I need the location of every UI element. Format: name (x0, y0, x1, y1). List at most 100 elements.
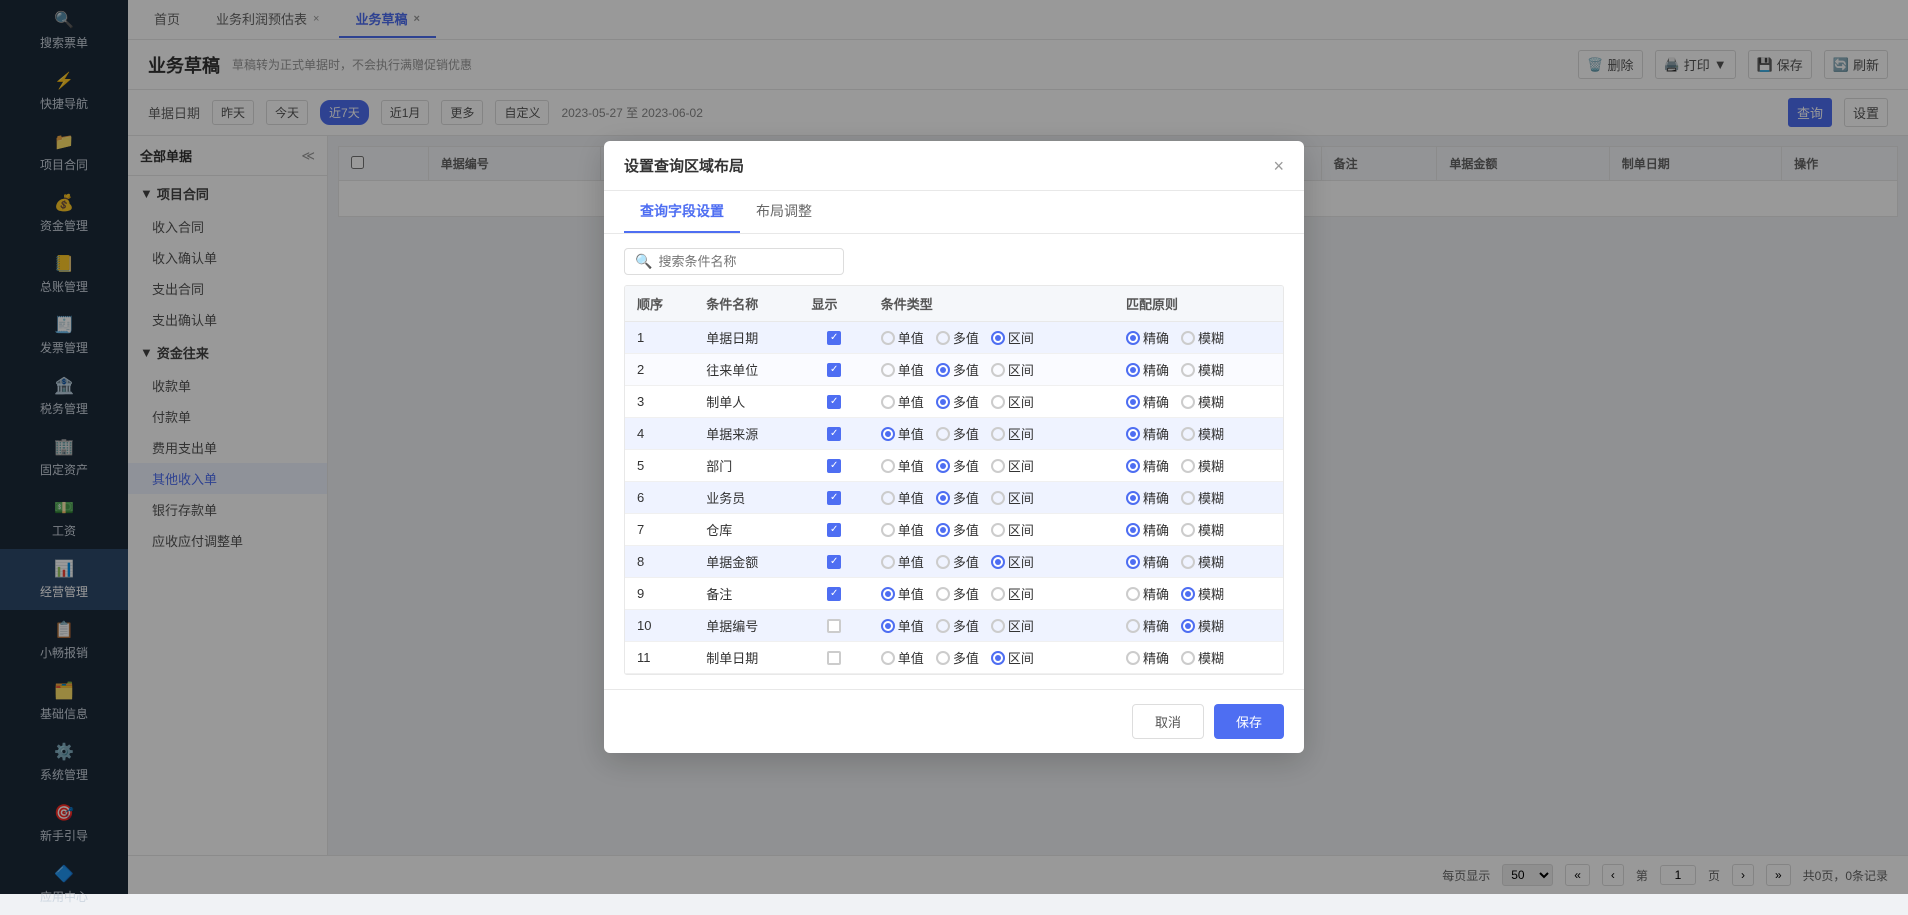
type-single-radio[interactable]: 单值 (881, 456, 924, 475)
type-multi-radio[interactable]: 多值 (936, 520, 979, 539)
type-multi-radio[interactable]: 多值 (936, 328, 979, 347)
type-range-radio[interactable]: 区间 (991, 648, 1034, 667)
settings-row-display[interactable]: ✓ (800, 450, 869, 482)
display-checkbox-container[interactable]: ✓ (812, 491, 857, 505)
type-range-radio[interactable]: 区间 (991, 584, 1034, 603)
match-exact-radio[interactable]: 精确 (1126, 360, 1169, 379)
settings-row-display[interactable]: ✓ (800, 546, 869, 578)
display-checkbox-container[interactable]: ✓ (812, 363, 857, 377)
display-checkbox[interactable]: ✓ (827, 395, 841, 409)
display-checkbox[interactable] (827, 619, 841, 633)
type-range-radio[interactable]: 区间 (991, 552, 1034, 571)
match-fuzzy-radio[interactable]: 模糊 (1181, 456, 1224, 475)
display-checkbox-container[interactable]: ✓ (812, 523, 857, 537)
settings-row-match: 精确 模糊 (1114, 482, 1283, 514)
match-exact-radio[interactable]: 精确 (1126, 616, 1169, 635)
type-single-radio[interactable]: 单值 (881, 488, 924, 507)
match-fuzzy-radio[interactable]: 模糊 (1181, 584, 1224, 603)
tab-layout-adjust[interactable]: 布局调整 (740, 191, 828, 233)
display-checkbox[interactable] (827, 651, 841, 665)
display-checkbox-container[interactable]: ✓ (812, 427, 857, 441)
display-checkbox-container[interactable]: ✓ (812, 587, 857, 601)
match-exact-radio[interactable]: 精确 (1126, 520, 1169, 539)
match-exact-radio[interactable]: 精确 (1126, 584, 1169, 603)
settings-row-display[interactable]: ✓ (800, 514, 869, 546)
display-checkbox[interactable]: ✓ (827, 331, 841, 345)
display-checkbox[interactable]: ✓ (827, 523, 841, 537)
match-fuzzy-radio[interactable]: 模糊 (1181, 552, 1224, 571)
settings-table-row: 5部门✓ 单值 多值 区间 精确 模糊 (625, 450, 1283, 482)
match-fuzzy-radio[interactable]: 模糊 (1181, 648, 1224, 667)
type-multi-radio[interactable]: 多值 (936, 584, 979, 603)
match-exact-radio[interactable]: 精确 (1126, 424, 1169, 443)
type-range-radio[interactable]: 区间 (991, 488, 1034, 507)
match-fuzzy-radio[interactable]: 模糊 (1181, 328, 1224, 347)
type-single-radio[interactable]: 单值 (881, 328, 924, 347)
match-fuzzy-radio[interactable]: 模糊 (1181, 616, 1224, 635)
settings-row-display[interactable]: ✓ (800, 482, 869, 514)
settings-row-display[interactable]: ✓ (800, 386, 869, 418)
display-checkbox-container[interactable]: ✓ (812, 331, 857, 345)
display-checkbox[interactable]: ✓ (827, 491, 841, 505)
cancel-button[interactable]: 取消 (1132, 704, 1204, 739)
settings-row-match: 精确 模糊 (1114, 578, 1283, 610)
save-dialog-button[interactable]: 保存 (1214, 704, 1284, 739)
display-checkbox-container[interactable]: ✓ (812, 459, 857, 473)
settings-row-display[interactable] (800, 642, 869, 674)
match-fuzzy-radio[interactable]: 模糊 (1181, 520, 1224, 539)
match-exact-radio[interactable]: 精确 (1126, 392, 1169, 411)
display-checkbox[interactable]: ✓ (827, 427, 841, 441)
settings-row-name: 往来单位 (694, 354, 799, 386)
type-range-radio[interactable]: 区间 (991, 616, 1034, 635)
type-multi-radio[interactable]: 多值 (936, 456, 979, 475)
match-exact-radio[interactable]: 精确 (1126, 648, 1169, 667)
type-single-radio[interactable]: 单值 (881, 648, 924, 667)
settings-row-match: 精确 模糊 (1114, 386, 1283, 418)
display-checkbox-container[interactable] (812, 651, 857, 665)
type-range-radio[interactable]: 区间 (991, 424, 1034, 443)
match-exact-radio[interactable]: 精确 (1126, 552, 1169, 571)
settings-row-display[interactable] (800, 610, 869, 642)
display-checkbox[interactable]: ✓ (827, 459, 841, 473)
type-single-radio[interactable]: 单值 (881, 424, 924, 443)
type-multi-radio[interactable]: 多值 (936, 552, 979, 571)
display-checkbox-container[interactable]: ✓ (812, 555, 857, 569)
tab-query-settings[interactable]: 查询字段设置 (624, 191, 740, 233)
type-multi-radio[interactable]: 多值 (936, 392, 979, 411)
match-fuzzy-radio[interactable]: 模糊 (1181, 360, 1224, 379)
match-exact-radio[interactable]: 精确 (1126, 456, 1169, 475)
type-range-radio[interactable]: 区间 (991, 360, 1034, 379)
match-exact-radio[interactable]: 精确 (1126, 488, 1169, 507)
display-checkbox[interactable]: ✓ (827, 587, 841, 601)
type-multi-radio[interactable]: 多值 (936, 488, 979, 507)
settings-row-display[interactable]: ✓ (800, 578, 869, 610)
type-multi-radio[interactable]: 多值 (936, 648, 979, 667)
type-multi-radio[interactable]: 多值 (936, 360, 979, 379)
type-single-radio[interactable]: 单值 (881, 520, 924, 539)
type-range-radio[interactable]: 区间 (991, 328, 1034, 347)
settings-row-display[interactable]: ✓ (800, 418, 869, 450)
display-checkbox-container[interactable]: ✓ (812, 395, 857, 409)
settings-col-type: 条件类型 (869, 286, 1114, 322)
match-fuzzy-radio[interactable]: 模糊 (1181, 488, 1224, 507)
type-range-radio[interactable]: 区间 (991, 456, 1034, 475)
type-multi-radio[interactable]: 多值 (936, 424, 979, 443)
display-checkbox[interactable]: ✓ (827, 363, 841, 377)
match-fuzzy-radio[interactable]: 模糊 (1181, 392, 1224, 411)
type-single-radio[interactable]: 单值 (881, 392, 924, 411)
display-checkbox-container[interactable] (812, 619, 857, 633)
type-range-radio[interactable]: 区间 (991, 392, 1034, 411)
type-single-radio[interactable]: 单值 (881, 616, 924, 635)
type-single-radio[interactable]: 单值 (881, 584, 924, 603)
dialog-search-input[interactable] (658, 254, 834, 269)
type-range-radio[interactable]: 区间 (991, 520, 1034, 539)
display-checkbox[interactable]: ✓ (827, 555, 841, 569)
type-single-radio[interactable]: 单值 (881, 552, 924, 571)
type-single-radio[interactable]: 单值 (881, 360, 924, 379)
match-exact-radio[interactable]: 精确 (1126, 328, 1169, 347)
match-fuzzy-radio[interactable]: 模糊 (1181, 424, 1224, 443)
settings-row-display[interactable]: ✓ (800, 354, 869, 386)
settings-row-display[interactable]: ✓ (800, 322, 869, 354)
dialog-close-button[interactable]: × (1273, 157, 1284, 175)
type-multi-radio[interactable]: 多值 (936, 616, 979, 635)
